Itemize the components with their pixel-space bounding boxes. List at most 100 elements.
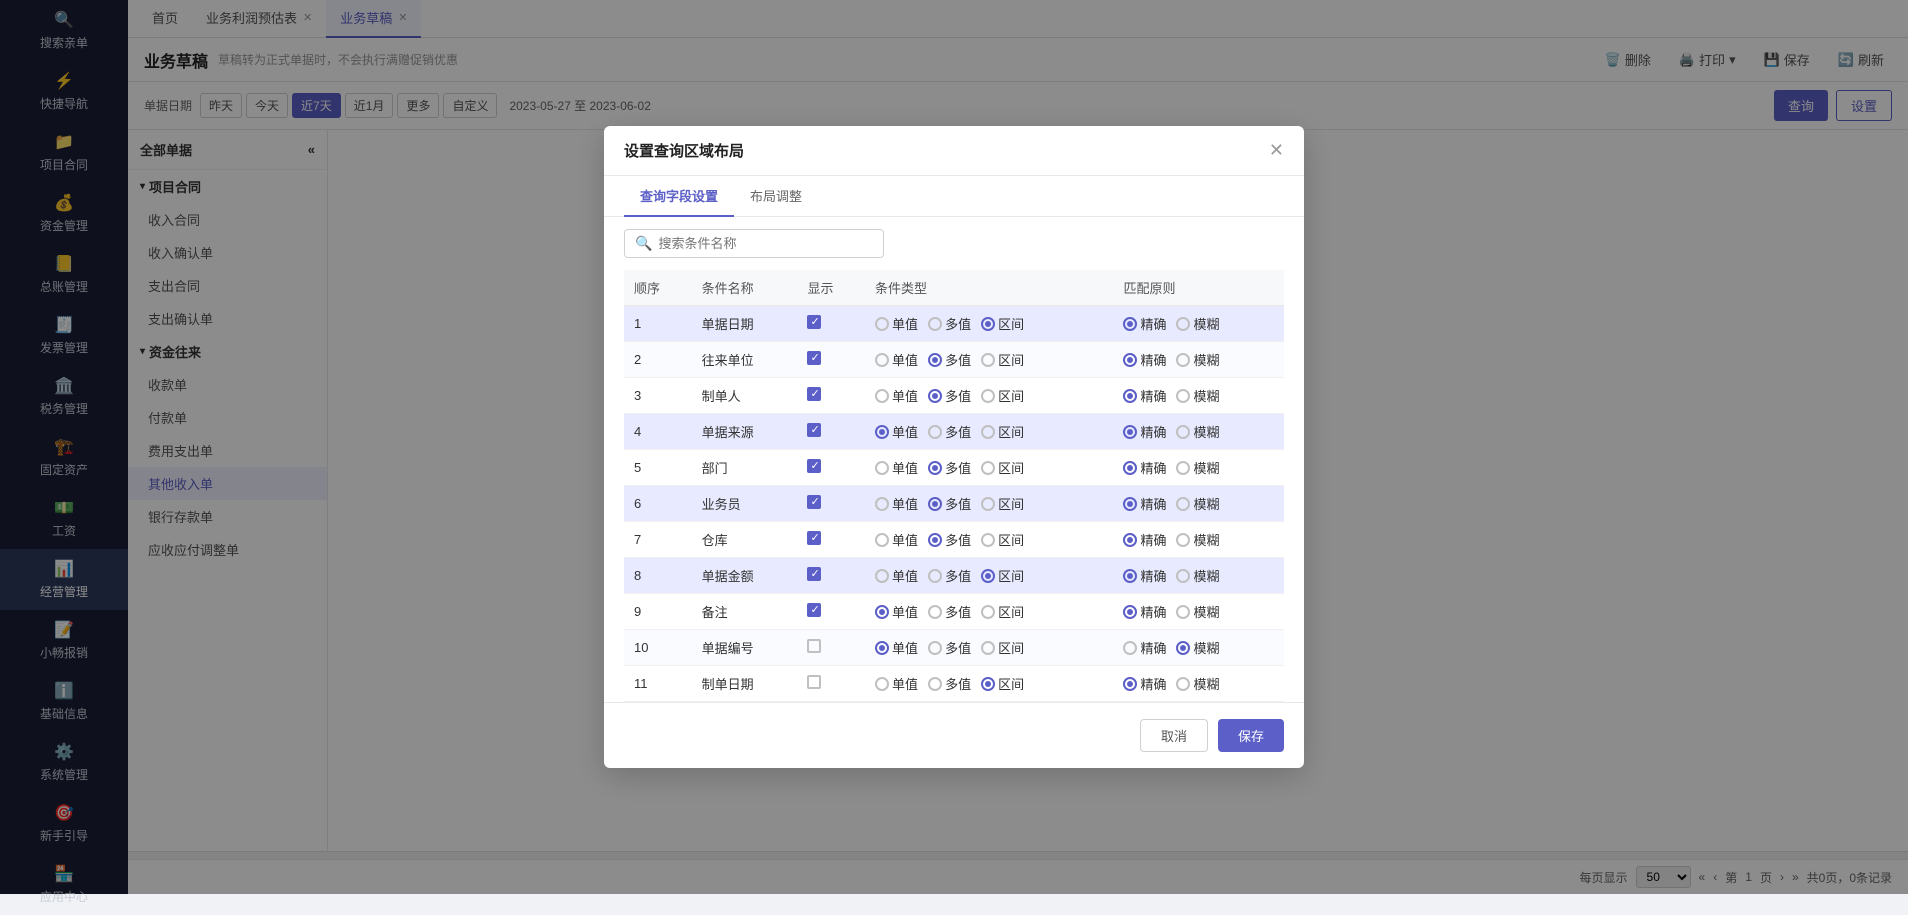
match-radio-模糊-3[interactable]: 模糊: [1176, 386, 1219, 405]
row-display-5[interactable]: [797, 450, 865, 486]
row-display-11[interactable]: [797, 666, 865, 702]
radio-多值-2[interactable]: 多值: [928, 350, 971, 369]
radio-区间-4[interactable]: 区间: [981, 422, 1024, 441]
match-radio-模糊-5[interactable]: 模糊: [1176, 458, 1219, 477]
radio-区间-3[interactable]: 区间: [981, 386, 1024, 405]
radio-多值-1[interactable]: 多值: [928, 314, 971, 333]
row-condition-7: 单值多值区间: [865, 522, 1113, 558]
row-display-9[interactable]: [797, 594, 865, 630]
row-display-4[interactable]: [797, 414, 865, 450]
checkbox-10[interactable]: [807, 639, 821, 653]
row-name-4: 单据来源: [692, 414, 798, 450]
row-display-10[interactable]: [797, 630, 865, 666]
radio-多值-3[interactable]: 多值: [928, 386, 971, 405]
match-radio-模糊-6[interactable]: 模糊: [1176, 494, 1219, 513]
radio-区间-1[interactable]: 区间: [981, 314, 1024, 333]
modal-tabs: 查询字段设置 布局调整: [604, 176, 1304, 217]
checkbox-6[interactable]: [807, 495, 821, 509]
table-row: 7仓库单值多值区间精确模糊: [624, 522, 1284, 558]
row-match-9: 精确模糊: [1113, 594, 1284, 630]
match-radio-精确-1[interactable]: 精确: [1123, 314, 1166, 333]
match-radio-精确-10[interactable]: 精确: [1123, 638, 1166, 657]
radio-多值-6[interactable]: 多值: [928, 494, 971, 513]
checkbox-9[interactable]: [807, 603, 821, 617]
radio-多值-10[interactable]: 多值: [928, 638, 971, 657]
radio-多值-9[interactable]: 多值: [928, 602, 971, 621]
radio-区间-9[interactable]: 区间: [981, 602, 1024, 621]
match-radio-精确-9[interactable]: 精确: [1123, 602, 1166, 621]
row-condition-6: 单值多值区间: [865, 486, 1113, 522]
row-display-7[interactable]: [797, 522, 865, 558]
row-name-1: 单据日期: [692, 306, 798, 342]
radio-单值-7[interactable]: 单值: [875, 530, 918, 549]
radio-区间-2[interactable]: 区间: [981, 350, 1024, 369]
tab-layout-adjust[interactable]: 布局调整: [734, 176, 818, 217]
row-display-2[interactable]: [797, 342, 865, 378]
radio-区间-6[interactable]: 区间: [981, 494, 1024, 513]
row-condition-9: 单值多值区间: [865, 594, 1113, 630]
radio-单值-6[interactable]: 单值: [875, 494, 918, 513]
radio-多值-8[interactable]: 多值: [928, 566, 971, 585]
match-radio-模糊-1[interactable]: 模糊: [1176, 314, 1219, 333]
row-display-3[interactable]: [797, 378, 865, 414]
modal-search-area: 🔍: [604, 217, 1304, 270]
radio-多值-7[interactable]: 多值: [928, 530, 971, 549]
checkbox-2[interactable]: [807, 351, 821, 365]
row-display-6[interactable]: [797, 486, 865, 522]
row-display-1[interactable]: [797, 306, 865, 342]
match-radio-精确-7[interactable]: 精确: [1123, 530, 1166, 549]
match-radio-精确-4[interactable]: 精确: [1123, 422, 1166, 441]
radio-多值-5[interactable]: 多值: [928, 458, 971, 477]
radio-区间-11[interactable]: 区间: [981, 674, 1024, 693]
match-radio-模糊-4[interactable]: 模糊: [1176, 422, 1219, 441]
match-radio-模糊-9[interactable]: 模糊: [1176, 602, 1219, 621]
match-radio-模糊-11[interactable]: 模糊: [1176, 674, 1219, 693]
radio-多值-11[interactable]: 多值: [928, 674, 971, 693]
match-radio-模糊-7[interactable]: 模糊: [1176, 530, 1219, 549]
modal-save-button[interactable]: 保存: [1218, 719, 1284, 752]
match-radio-精确-5[interactable]: 精确: [1123, 458, 1166, 477]
row-display-8[interactable]: [797, 558, 865, 594]
match-radio-模糊-8[interactable]: 模糊: [1176, 566, 1219, 585]
radio-单值-2[interactable]: 单值: [875, 350, 918, 369]
radio-多值-4[interactable]: 多值: [928, 422, 971, 441]
modal-overlay: 设置查询区域布局 ✕ 查询字段设置 布局调整 🔍 顺序 条件名称 显示: [0, 0, 1908, 894]
row-order-9: 9: [624, 594, 692, 630]
radio-区间-5[interactable]: 区间: [981, 458, 1024, 477]
row-match-5: 精确模糊: [1113, 450, 1284, 486]
radio-单值-9[interactable]: 单值: [875, 602, 918, 621]
checkbox-11[interactable]: [807, 675, 821, 689]
match-radio-精确-3[interactable]: 精确: [1123, 386, 1166, 405]
tab-field-settings[interactable]: 查询字段设置: [624, 176, 734, 217]
radio-区间-7[interactable]: 区间: [981, 530, 1024, 549]
checkbox-1[interactable]: [807, 315, 821, 329]
search-input[interactable]: [658, 236, 873, 251]
radio-单值-3[interactable]: 单值: [875, 386, 918, 405]
radio-区间-8[interactable]: 区间: [981, 566, 1024, 585]
row-order-11: 11: [624, 666, 692, 702]
modal-close-button[interactable]: ✕: [1269, 140, 1284, 161]
row-match-6: 精确模糊: [1113, 486, 1284, 522]
match-radio-精确-2[interactable]: 精确: [1123, 350, 1166, 369]
radio-单值-1[interactable]: 单值: [875, 314, 918, 333]
cancel-button[interactable]: 取消: [1140, 719, 1208, 752]
row-match-3: 精确模糊: [1113, 378, 1284, 414]
match-radio-精确-6[interactable]: 精确: [1123, 494, 1166, 513]
match-radio-精确-8[interactable]: 精确: [1123, 566, 1166, 585]
radio-单值-11[interactable]: 单值: [875, 674, 918, 693]
match-radio-模糊-10[interactable]: 模糊: [1176, 638, 1219, 657]
checkbox-7[interactable]: [807, 531, 821, 545]
checkbox-4[interactable]: [807, 423, 821, 437]
radio-区间-10[interactable]: 区间: [981, 638, 1024, 657]
row-name-6: 业务员: [692, 486, 798, 522]
row-condition-1: 单值多值区间: [865, 306, 1113, 342]
match-radio-模糊-2[interactable]: 模糊: [1176, 350, 1219, 369]
radio-单值-5[interactable]: 单值: [875, 458, 918, 477]
checkbox-3[interactable]: [807, 387, 821, 401]
radio-单值-10[interactable]: 单值: [875, 638, 918, 657]
radio-单值-8[interactable]: 单值: [875, 566, 918, 585]
match-radio-精确-11[interactable]: 精确: [1123, 674, 1166, 693]
checkbox-5[interactable]: [807, 459, 821, 473]
checkbox-8[interactable]: [807, 567, 821, 581]
radio-单值-4[interactable]: 单值: [875, 422, 918, 441]
